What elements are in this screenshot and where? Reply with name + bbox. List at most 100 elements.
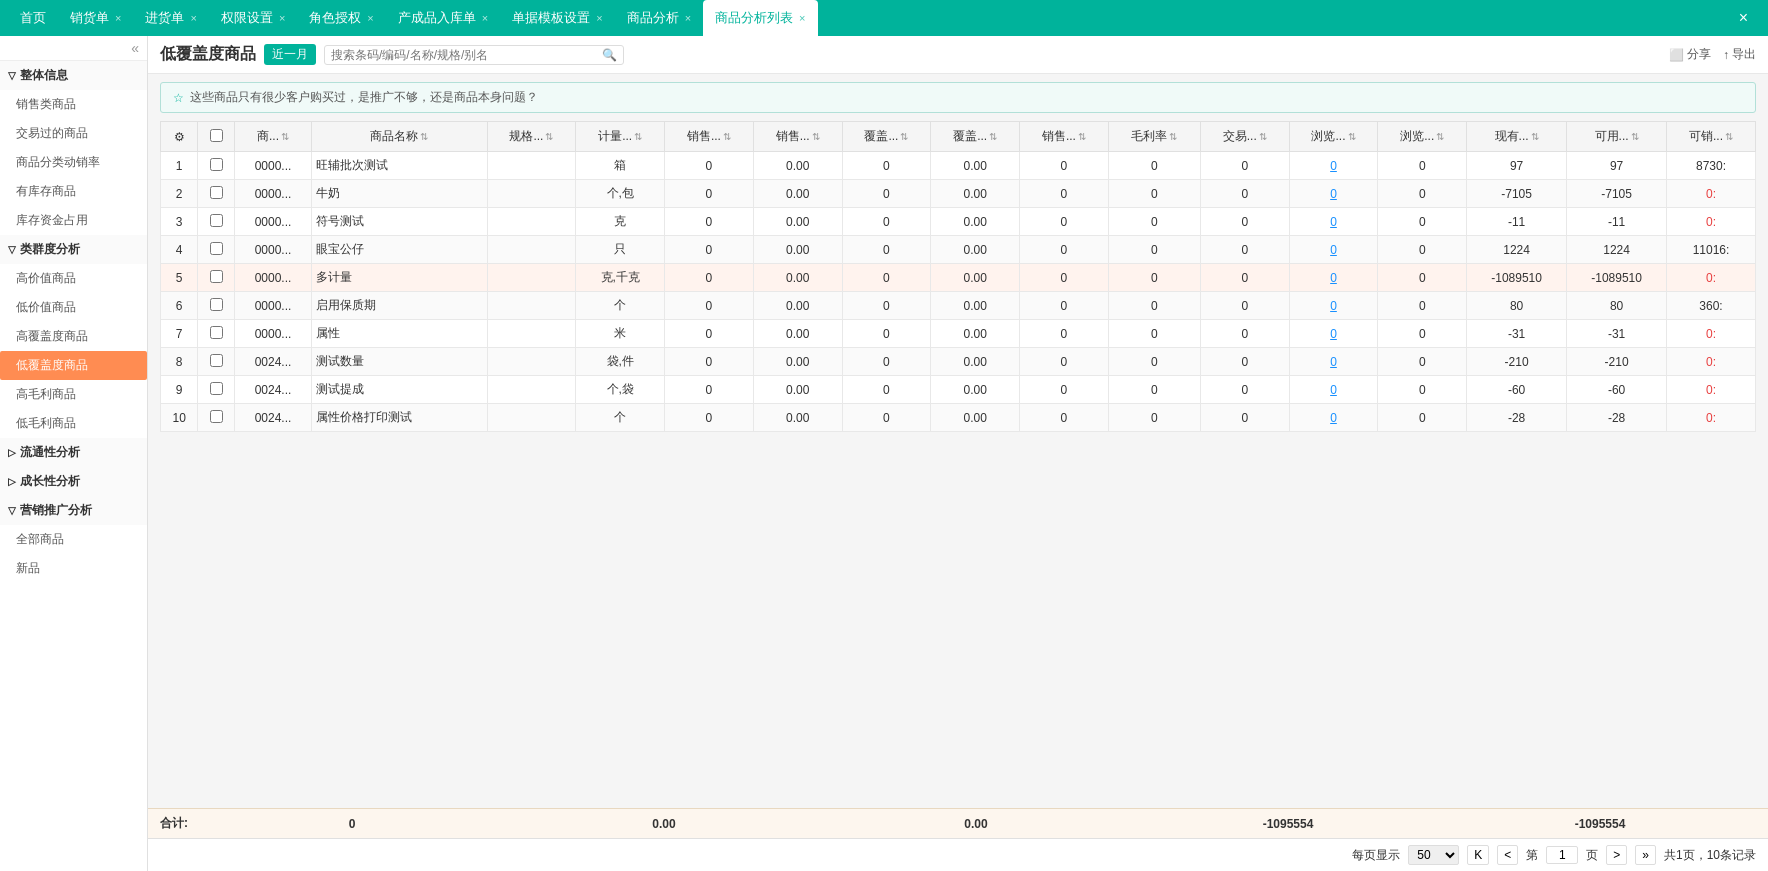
export-button[interactable]: ↑ 导出 — [1723, 46, 1756, 63]
sidebar-section-growth[interactable]: ▷ 成长性分析 — [0, 467, 147, 496]
last-page-btn[interactable]: » — [1635, 845, 1656, 865]
col-sales-amt[interactable]: 销售...⇅ — [753, 122, 842, 152]
search-input[interactable] — [331, 48, 602, 62]
row-checkbox[interactable] — [210, 410, 223, 423]
window-close-button[interactable]: × — [1727, 9, 1760, 27]
row-browse1[interactable]: 0 — [1289, 320, 1378, 348]
row-spec — [487, 208, 576, 236]
sidebar-item-sales-goods[interactable]: 销售类商品 — [0, 90, 147, 119]
row-checkbox[interactable] — [210, 326, 223, 339]
col-trans[interactable]: 交易...⇅ — [1200, 122, 1289, 152]
col-cover2[interactable]: 覆盖...⇅ — [931, 122, 1020, 152]
row-checkbox[interactable] — [210, 354, 223, 367]
sidebar-item-low-margin[interactable]: 低毛利商品 — [0, 409, 147, 438]
row-checkbox[interactable] — [210, 298, 223, 311]
row-checkbox-cell[interactable] — [198, 236, 235, 264]
sidebar-item-traded-goods[interactable]: 交易过的商品 — [0, 119, 147, 148]
sidebar-item-stocked-goods[interactable]: 有库存商品 — [0, 177, 147, 206]
col-stock1[interactable]: 现有...⇅ — [1467, 122, 1567, 152]
row-checkbox[interactable] — [210, 382, 223, 395]
col-browse2[interactable]: 浏览...⇅ — [1378, 122, 1467, 152]
nav-close-goods-analysis[interactable]: × — [685, 12, 691, 24]
sidebar-item-new-goods[interactable]: 新品 — [0, 554, 147, 583]
col-sales-qty[interactable]: 销售...⇅ — [665, 122, 754, 152]
nav-item-goods-analysis[interactable]: 商品分析 × — [615, 0, 703, 36]
share-button[interactable]: ⬜ 分享 — [1669, 46, 1711, 63]
nav-item-permission[interactable]: 权限设置 × — [209, 0, 297, 36]
col-name[interactable]: 商品名称⇅ — [311, 122, 487, 152]
col-unit[interactable]: 计量...⇅ — [576, 122, 665, 152]
sidebar-section-cluster[interactable]: ▽ 类群度分析 — [0, 235, 147, 264]
nav-item-role[interactable]: 角色授权 × — [297, 0, 385, 36]
nav-item-product-in[interactable]: 产成品入库单 × — [386, 0, 500, 36]
sidebar-collapse-btn[interactable]: « — [131, 40, 139, 56]
nav-close-template[interactable]: × — [596, 12, 602, 24]
current-page-input[interactable] — [1546, 846, 1578, 864]
col-stock3[interactable]: 可销...⇅ — [1667, 122, 1756, 152]
sidebar-item-high-value[interactable]: 高价值商品 — [0, 264, 147, 293]
row-checkbox[interactable] — [210, 158, 223, 171]
sidebar-section-marketing[interactable]: ▽ 营销推广分析 — [0, 496, 147, 525]
row-browse1[interactable]: 0 — [1289, 152, 1378, 180]
sidebar-item-low-coverage[interactable]: 低覆盖度商品 — [0, 351, 147, 380]
nav-item-sales[interactable]: 销货单 × — [58, 0, 133, 36]
sidebar-item-high-margin[interactable]: 高毛利商品 — [0, 380, 147, 409]
sidebar-section-overall[interactable]: ▽ 整体信息 — [0, 61, 147, 90]
row-checkbox-cell[interactable] — [198, 376, 235, 404]
page-size-label: 每页显示 — [1352, 847, 1400, 864]
row-browse1[interactable]: 0 — [1289, 348, 1378, 376]
time-filter-button[interactable]: 近一月 — [264, 44, 316, 65]
col-spec[interactable]: 规格...⇅ — [487, 122, 576, 152]
nav-close-product-in[interactable]: × — [482, 12, 488, 24]
nav-item-home[interactable]: 首页 — [8, 0, 58, 36]
row-browse1[interactable]: 0 — [1289, 180, 1378, 208]
col-cover1[interactable]: 覆盖...⇅ — [842, 122, 931, 152]
row-browse1[interactable]: 0 — [1289, 404, 1378, 432]
row-sales3: 0 — [1020, 348, 1109, 376]
row-browse1[interactable]: 0 — [1289, 208, 1378, 236]
col-stock2[interactable]: 可用...⇅ — [1567, 122, 1667, 152]
row-browse1[interactable]: 0 — [1289, 236, 1378, 264]
select-all-checkbox[interactable] — [210, 129, 223, 142]
nav-item-purchase[interactable]: 进货单 × — [133, 0, 208, 36]
nav-close-permission[interactable]: × — [279, 12, 285, 24]
sidebar-item-category-rate[interactable]: 商品分类动销率 — [0, 148, 147, 177]
row-stock1: -60 — [1467, 376, 1567, 404]
sidebar-section-circulation[interactable]: ▷ 流通性分析 — [0, 438, 147, 467]
row-checkbox-cell[interactable] — [198, 264, 235, 292]
row-checkbox-cell[interactable] — [198, 320, 235, 348]
page-size-select[interactable]: 50 100 200 — [1408, 845, 1459, 865]
col-settings[interactable]: ⚙ — [161, 122, 198, 152]
row-checkbox-cell[interactable] — [198, 180, 235, 208]
sidebar-item-all-goods[interactable]: 全部商品 — [0, 525, 147, 554]
nav-close-sales[interactable]: × — [115, 12, 121, 24]
row-checkbox-cell[interactable] — [198, 292, 235, 320]
col-browse1[interactable]: 浏览...⇅ — [1289, 122, 1378, 152]
row-browse1[interactable]: 0 — [1289, 292, 1378, 320]
row-checkbox-cell[interactable] — [198, 404, 235, 432]
row-checkbox-cell[interactable] — [198, 152, 235, 180]
row-checkbox[interactable] — [210, 242, 223, 255]
row-checkbox[interactable] — [210, 214, 223, 227]
col-code[interactable]: 商...⇅ — [235, 122, 312, 152]
first-page-btn[interactable]: K — [1467, 845, 1489, 865]
col-sales3[interactable]: 销售...⇅ — [1020, 122, 1109, 152]
nav-item-template[interactable]: 单据模板设置 × — [500, 0, 614, 36]
sidebar-item-high-coverage[interactable]: 高覆盖度商品 — [0, 322, 147, 351]
sidebar-item-low-value[interactable]: 低价值商品 — [0, 293, 147, 322]
prev-page-btn[interactable]: < — [1497, 845, 1518, 865]
nav-close-role[interactable]: × — [367, 12, 373, 24]
row-checkbox-cell[interactable] — [198, 348, 235, 376]
row-browse1[interactable]: 0 — [1289, 264, 1378, 292]
row-browse1[interactable]: 0 — [1289, 376, 1378, 404]
col-checkbox[interactable] — [198, 122, 235, 152]
next-page-btn[interactable]: > — [1606, 845, 1627, 865]
nav-close-goods-list[interactable]: × — [799, 12, 805, 24]
nav-close-purchase[interactable]: × — [190, 12, 196, 24]
nav-item-goods-list[interactable]: 商品分析列表 × — [703, 0, 817, 36]
row-checkbox-cell[interactable] — [198, 208, 235, 236]
col-margin[interactable]: 毛利率⇅ — [1108, 122, 1200, 152]
sidebar-item-capital-occupy[interactable]: 库存资金占用 — [0, 206, 147, 235]
row-checkbox[interactable] — [210, 186, 223, 199]
row-checkbox[interactable] — [210, 270, 223, 283]
